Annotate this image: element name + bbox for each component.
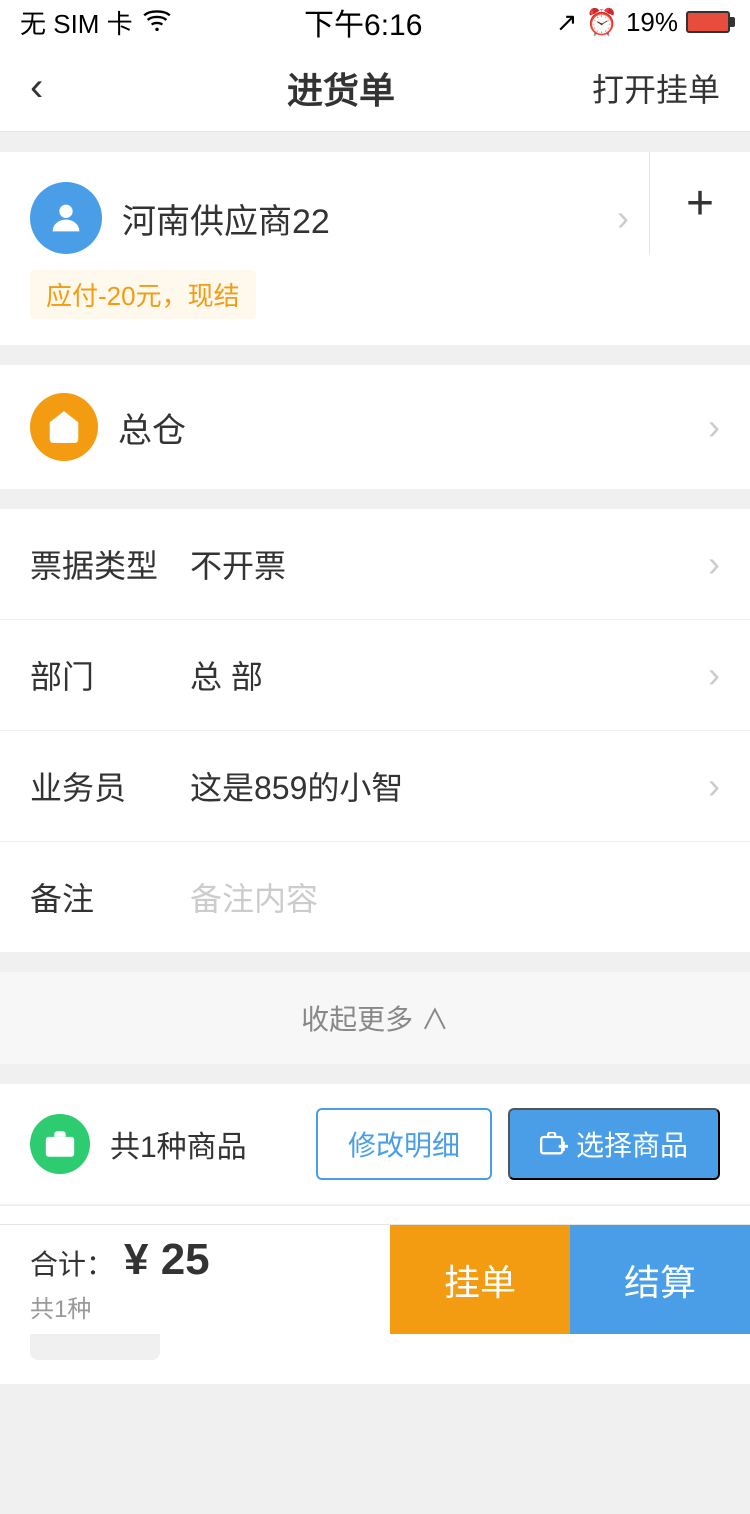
warehouse-row[interactable]: 总仓 › bbox=[0, 365, 750, 489]
ticket-type-label: 票据类型 bbox=[30, 541, 170, 587]
total-sub: 共1种 bbox=[30, 1289, 360, 1324]
alarm-icon: ⏰ bbox=[586, 7, 618, 38]
form-section: 票据类型 不开票 › 部门 总 部 › 业务员 这是859的小智 › 备注 备注… bbox=[0, 509, 750, 952]
total-row: 合计： ¥ 25 bbox=[30, 1235, 360, 1285]
nav-bar: ‹ 进货单 打开挂单 bbox=[0, 44, 750, 132]
select-product-button[interactable]: 选择商品 bbox=[508, 1108, 720, 1180]
supplier-info-row: 应付-20元，现结 bbox=[0, 254, 750, 345]
total-amount: ¥ 25 bbox=[124, 1235, 210, 1285]
ticket-type-row[interactable]: 票据类型 不开票 › bbox=[0, 509, 750, 620]
add-button[interactable]: + bbox=[650, 152, 750, 254]
wifi-icon bbox=[143, 7, 171, 38]
open-hold-button[interactable]: 打开挂单 bbox=[592, 65, 720, 111]
status-bar: 无 SIM 卡 下午6:16 ↗ ⏰ 19% bbox=[0, 0, 750, 44]
warehouse-name: 总仓 bbox=[118, 403, 698, 452]
products-count: 共1种商品 bbox=[110, 1122, 316, 1166]
page-title: 进货单 bbox=[287, 62, 395, 114]
department-chevron-icon: › bbox=[708, 654, 720, 696]
status-time: 下午6:16 bbox=[304, 0, 422, 44]
department-label: 部门 bbox=[30, 652, 170, 698]
battery-percent: 19% bbox=[626, 7, 678, 38]
supplier-section: 河南供应商22 › + bbox=[0, 152, 750, 254]
supplier-selector[interactable]: 河南供应商22 › bbox=[0, 152, 650, 254]
back-button[interactable]: ‹ bbox=[30, 65, 90, 110]
footer: 合计： ¥ 25 共1种 挂单 结算 bbox=[0, 1224, 750, 1334]
sales-chevron-icon: › bbox=[708, 765, 720, 807]
carrier-text: 无 SIM 卡 bbox=[20, 4, 133, 41]
hold-button[interactable]: 挂单 bbox=[390, 1225, 570, 1334]
products-header: 共1种商品 修改明细 选择商品 bbox=[0, 1084, 750, 1205]
battery-icon bbox=[686, 11, 730, 33]
total-label: 合计： bbox=[30, 1243, 114, 1283]
supplier-avatar bbox=[30, 182, 102, 254]
sales-label: 业务员 bbox=[30, 763, 170, 809]
ticket-type-chevron-icon: › bbox=[708, 543, 720, 585]
modify-detail-button[interactable]: 修改明细 bbox=[316, 1108, 492, 1180]
products-icon bbox=[30, 1114, 90, 1174]
status-carrier: 无 SIM 卡 bbox=[20, 4, 171, 41]
warehouse-icon bbox=[30, 393, 98, 461]
warehouse-chevron-icon: › bbox=[708, 406, 720, 448]
sales-value: 这是859的小智 bbox=[170, 763, 698, 809]
collapse-label: 收起更多 ∧ bbox=[301, 998, 449, 1038]
remark-input[interactable]: 备注内容 bbox=[170, 874, 720, 920]
select-product-label: 选择商品 bbox=[576, 1124, 688, 1164]
remark-row[interactable]: 备注 备注内容 bbox=[0, 842, 750, 952]
ticket-type-value: 不开票 bbox=[170, 541, 698, 587]
remark-label: 备注 bbox=[30, 874, 170, 920]
sales-row[interactable]: 业务员 这是859的小智 › bbox=[0, 731, 750, 842]
collapse-button[interactable]: 收起更多 ∧ bbox=[0, 972, 750, 1064]
location-icon: ↗ bbox=[556, 7, 578, 38]
supplier-name: 河南供应商22 bbox=[122, 194, 607, 243]
supplier-chevron-icon: › bbox=[617, 197, 629, 239]
checkout-button[interactable]: 结算 bbox=[570, 1225, 750, 1334]
footer-total: 合计： ¥ 25 共1种 bbox=[0, 1225, 390, 1334]
status-right: ↗ ⏰ 19% bbox=[556, 7, 730, 38]
department-value: 总 部 bbox=[170, 652, 698, 698]
supplier-tag: 应付-20元，现结 bbox=[30, 270, 256, 319]
department-row[interactable]: 部门 总 部 › bbox=[0, 620, 750, 731]
